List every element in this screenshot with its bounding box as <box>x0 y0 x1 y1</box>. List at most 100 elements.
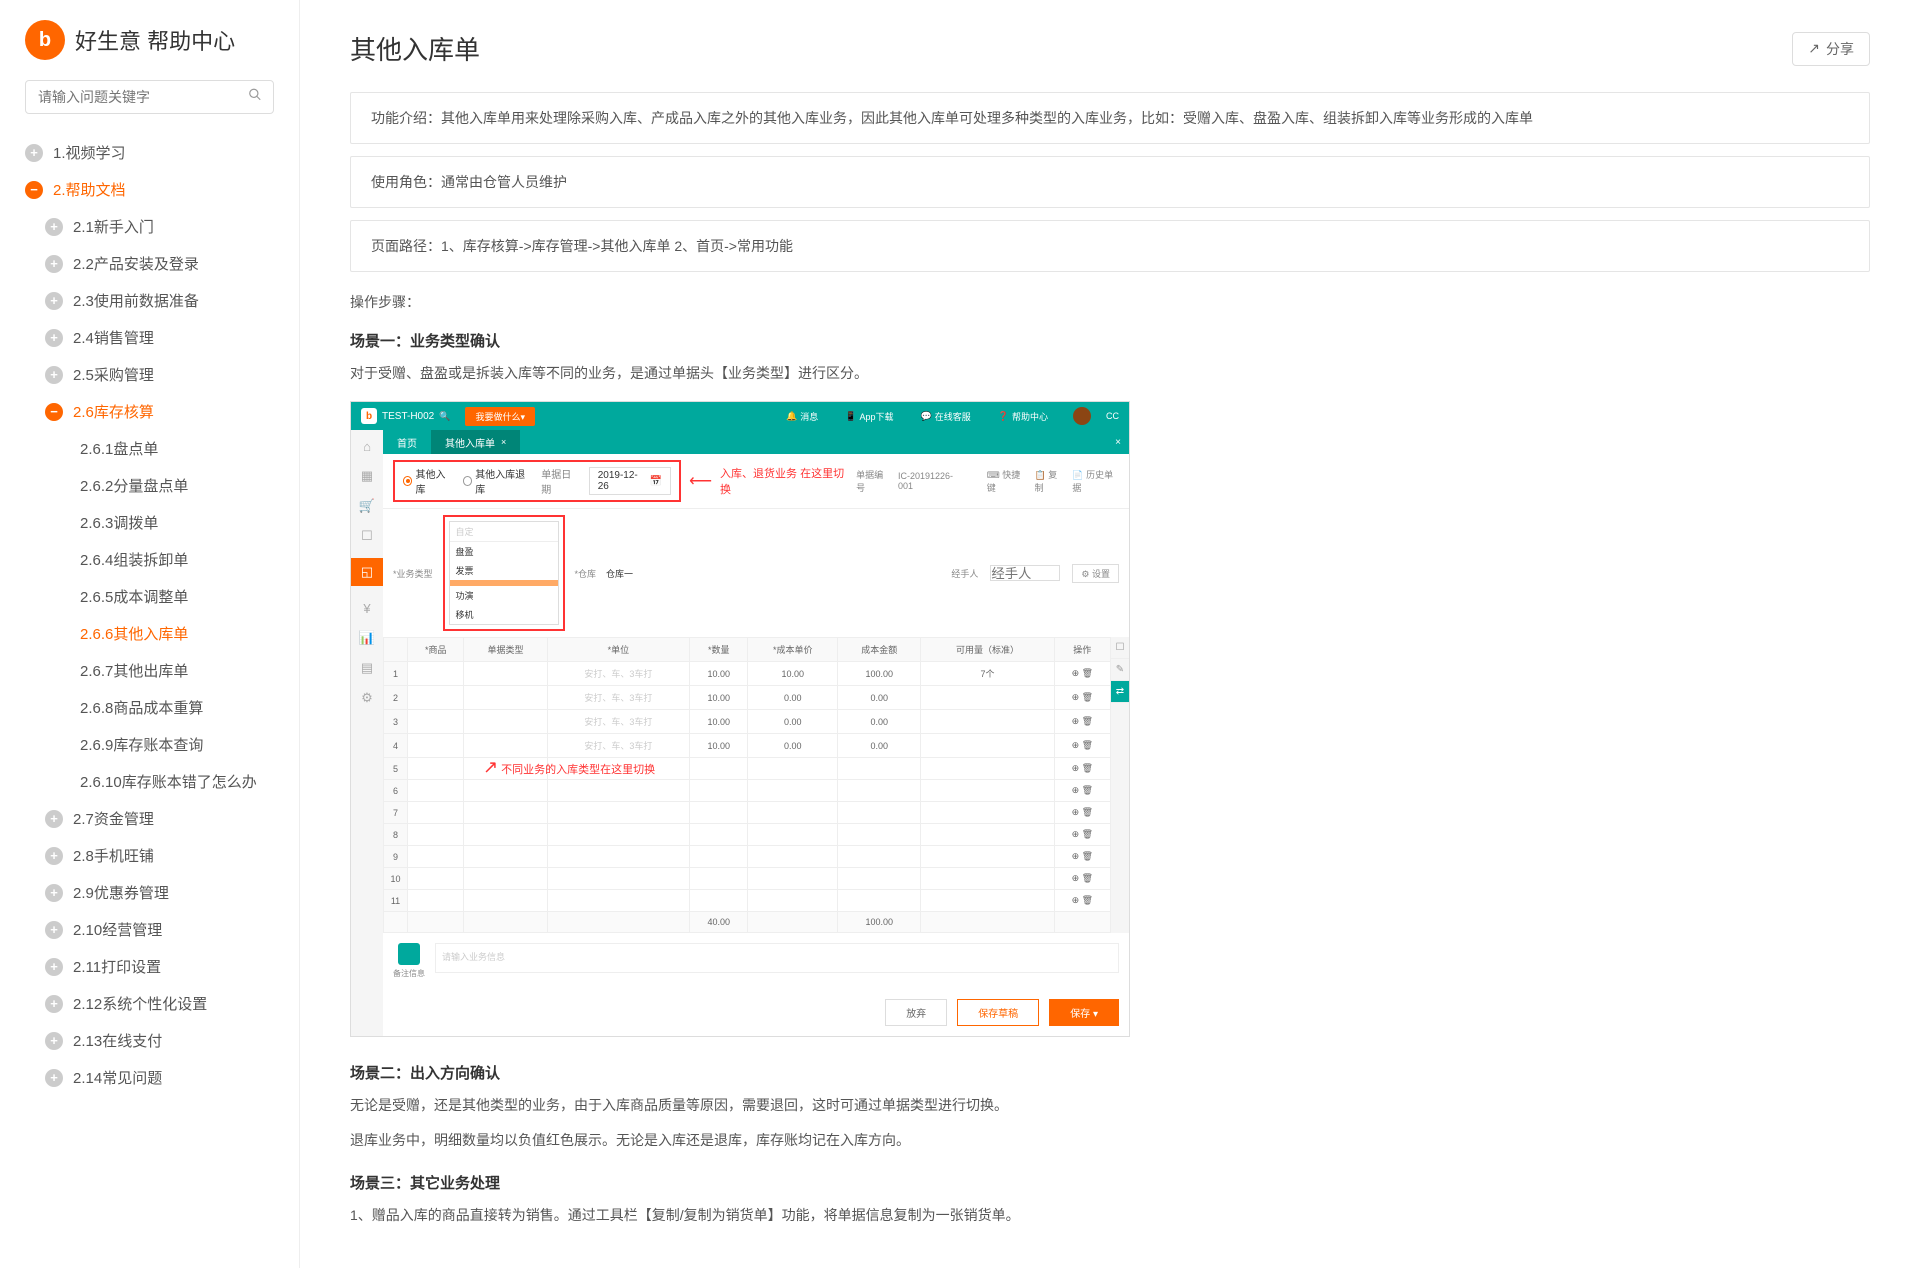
collapse-icon[interactable] <box>45 403 63 421</box>
expand-icon[interactable] <box>45 292 63 310</box>
table-row[interactable]: 9⊕ 🗑 <box>384 846 1111 868</box>
radio-inbound[interactable]: 其他入库 <box>403 466 453 496</box>
expand-icon[interactable] <box>45 995 63 1013</box>
cancel-button[interactable]: 放弃 <box>885 999 947 1026</box>
nav-item[interactable]: 2.6.5成本调整单 <box>25 578 299 615</box>
draft-button[interactable]: 保存草稿 <box>957 999 1039 1026</box>
column-header: *成本单价 <box>748 638 838 662</box>
intro-label: 功能介绍： <box>371 110 441 126</box>
expand-icon[interactable] <box>45 1069 63 1087</box>
search-input[interactable] <box>25 80 274 114</box>
cart-icon[interactable]: 🛒 <box>359 498 375 514</box>
biztype-dropdown[interactable]: 自定 盘盈 发票 功演 移机 <box>449 521 559 625</box>
nav-item[interactable]: 2.6.1盘点单 <box>25 430 299 467</box>
tab-home[interactable]: 首页 <box>383 430 431 454</box>
expand-icon[interactable] <box>45 218 63 236</box>
nav-item[interactable]: 2.10经营管理 <box>25 911 299 948</box>
nav-item[interactable]: 2.7资金管理 <box>25 800 299 837</box>
nav-item[interactable]: 2.帮助文档 <box>25 171 299 208</box>
grid-icon[interactable]: ▤ <box>359 660 375 676</box>
expand-icon[interactable] <box>45 329 63 347</box>
table-row[interactable]: 11⊕ 🗑 <box>384 890 1111 912</box>
nav-item[interactable]: 2.6.3调拨单 <box>25 504 299 541</box>
doc-icon[interactable]: ▦ <box>359 468 375 484</box>
app-msg-link[interactable]: 🔔消息 <box>786 410 818 423</box>
money-icon[interactable]: ¥ <box>359 600 375 616</box>
side-tab-3[interactable]: ⇄ <box>1111 681 1129 703</box>
side-tab-1[interactable]: ☐ <box>1111 637 1129 659</box>
app-search-icon[interactable]: 🔍 <box>439 411 450 422</box>
expand-icon[interactable] <box>45 810 63 828</box>
table-row[interactable]: 2安打、车、3车打10.000.000.00⊕ 🗑 <box>384 686 1111 710</box>
column-header: 可用量（标准） <box>921 638 1054 662</box>
nav-item[interactable]: 2.2产品安装及登录 <box>25 245 299 282</box>
chart-icon[interactable]: 📊 <box>359 630 375 646</box>
expand-icon[interactable] <box>25 144 43 162</box>
nav-item[interactable]: 2.14常见问题 <box>25 1059 299 1096</box>
app-support-link[interactable]: 💬在线客服 <box>921 410 971 423</box>
remark-input[interactable]: 请输入业务信息 <box>435 943 1119 973</box>
table-row[interactable]: 7⊕ 🗑 <box>384 802 1111 824</box>
nav-item[interactable]: 1.视频学习 <box>25 134 299 171</box>
expand-icon[interactable] <box>45 255 63 273</box>
data-grid: *商品单据类型*单位*数量*成本单价成本金额可用量（标准）操作 1安打、车、3车… <box>383 637 1111 933</box>
tab-inbound[interactable]: 其他入库单× <box>431 430 520 454</box>
expand-icon[interactable] <box>45 366 63 384</box>
nav-item[interactable]: 2.6库存核算 <box>25 393 299 430</box>
nav-item[interactable]: 2.5采购管理 <box>25 356 299 393</box>
nav-item[interactable]: 2.9优惠券管理 <box>25 874 299 911</box>
nav-label: 2.6.10库存账本错了怎么办 <box>80 771 257 792</box>
operator-input[interactable] <box>990 565 1060 581</box>
nav-item[interactable]: 2.4销售管理 <box>25 319 299 356</box>
nav-item[interactable]: 2.6.6其他入库单 <box>25 615 299 652</box>
app-main-action[interactable]: 我要做什么▾ <box>465 407 535 426</box>
app-help-link[interactable]: ❓帮助中心 <box>998 410 1048 423</box>
nav-item[interactable]: 2.13在线支付 <box>25 1022 299 1059</box>
user-avatar[interactable] <box>1073 407 1091 425</box>
search-icon[interactable] <box>248 88 262 107</box>
nav-item[interactable]: 2.8手机旺铺 <box>25 837 299 874</box>
nav-label: 2.7资金管理 <box>73 808 154 829</box>
tab-close-all[interactable]: × <box>1115 437 1129 448</box>
settings-button[interactable]: ⚙ 设置 <box>1072 564 1119 583</box>
expand-icon[interactable] <box>45 1032 63 1050</box>
expand-icon[interactable] <box>45 958 63 976</box>
date-input[interactable]: 2019-12-26📅 <box>589 467 671 495</box>
expand-icon[interactable] <box>45 884 63 902</box>
table-row[interactable]: 6⊕ 🗑 <box>384 780 1111 802</box>
table-row[interactable]: 3安打、车、3车打10.000.000.00⊕ 🗑 <box>384 710 1111 734</box>
app-header: b TEST-H002 🔍 我要做什么▾ 🔔消息 📱App下载 💬在线客服 ❓帮… <box>351 402 1129 430</box>
expand-icon[interactable] <box>45 921 63 939</box>
page-title: 其他入库单 <box>350 30 480 67</box>
side-tab-2[interactable]: ✎ <box>1111 659 1129 681</box>
nav-label: 2.6.6其他入库单 <box>80 623 188 644</box>
app-download-link[interactable]: 📱App下载 <box>845 410 893 423</box>
nav-item[interactable]: 2.6.2分量盘点单 <box>25 467 299 504</box>
user-name: CC <box>1106 411 1119 421</box>
nav-item[interactable]: 2.12系统个性化设置 <box>25 985 299 1022</box>
nav-item[interactable]: 2.6.9库存账本查询 <box>25 726 299 763</box>
gear-icon[interactable]: ⚙ <box>359 690 375 706</box>
expand-icon[interactable] <box>45 847 63 865</box>
nav-item[interactable]: 2.1新手入门 <box>25 208 299 245</box>
nav-item[interactable]: 2.3使用前数据准备 <box>25 282 299 319</box>
warehouse-icon[interactable]: ◱ <box>351 558 383 586</box>
intro-text: 其他入库单用来处理除采购入库、产成品入库之外的其他入库业务，因此其他入库单可处理… <box>441 110 1533 126</box>
close-icon[interactable]: × <box>501 437 506 447</box>
nav-item[interactable]: 2.6.7其他出库单 <box>25 652 299 689</box>
nav-item[interactable]: 2.11打印设置 <box>25 948 299 985</box>
table-row[interactable]: 4安打、车、3车打10.000.000.00⊕ 🗑 <box>384 734 1111 758</box>
home-icon[interactable]: ⌂ <box>359 438 375 454</box>
column-header: *单位 <box>547 638 689 662</box>
save-button[interactable]: 保存 ▾ <box>1049 999 1119 1026</box>
table-row[interactable]: 8⊕ 🗑 <box>384 824 1111 846</box>
share-button[interactable]: ↗ 分享 <box>1792 32 1870 66</box>
nav-item[interactable]: 2.6.10库存账本错了怎么办 <box>25 763 299 800</box>
table-row[interactable]: 1安打、车、3车打10.0010.00100.007个⊕ 🗑 <box>384 662 1111 686</box>
table-row[interactable]: 10⊕ 🗑 <box>384 868 1111 890</box>
nav-item[interactable]: 2.6.8商品成本重算 <box>25 689 299 726</box>
box-icon[interactable]: ☐ <box>359 528 375 544</box>
nav-item[interactable]: 2.6.4组装拆卸单 <box>25 541 299 578</box>
radio-return[interactable]: 其他入库退库 <box>463 466 531 496</box>
collapse-icon[interactable] <box>25 181 43 199</box>
